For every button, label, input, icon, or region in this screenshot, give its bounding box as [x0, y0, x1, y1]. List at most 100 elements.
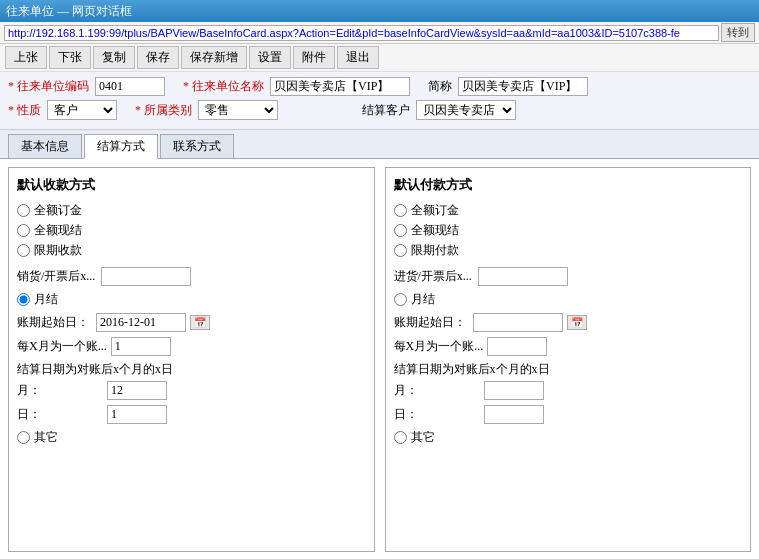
short-label: 简称 [428, 78, 452, 95]
left-radio-full-deposit-input[interactable] [17, 204, 30, 217]
right-day-row: 日： [394, 405, 743, 424]
right-date-input[interactable] [473, 313, 563, 332]
right-day-label: 日： [394, 406, 484, 423]
right-other-radio[interactable]: 其它 [394, 429, 743, 446]
property-select[interactable]: 客户 [47, 100, 117, 120]
left-calendar-button[interactable]: 📅 [190, 315, 210, 330]
right-calendar-button[interactable]: 📅 [567, 315, 587, 330]
right-radio-full-cash-input[interactable] [394, 224, 407, 237]
right-radio-limited[interactable]: 限期付款 [394, 242, 743, 259]
left-month-input[interactable] [107, 381, 167, 400]
category-select[interactable]: 零售 [198, 100, 278, 120]
tab-basic-info[interactable]: 基本信息 [8, 134, 82, 158]
left-date-label: 账期起始日： [17, 314, 92, 331]
attachment-button[interactable]: 附件 [293, 46, 335, 69]
left-panel: 默认收款方式 全额订金 全额现结 限期收款 销货/开票后x... 月结 [8, 167, 375, 552]
left-full-cash-label: 全额现结 [34, 222, 82, 239]
go-button[interactable]: 转到 [721, 23, 755, 42]
right-limited-label: 限期付款 [411, 242, 459, 259]
left-cycle-row: 每X月为一个账... [17, 337, 366, 356]
left-other-radio[interactable]: 其它 [17, 429, 366, 446]
right-panel: 默认付款方式 全额订金 全额现结 限期付款 进货/开票后x... 月结 [385, 167, 752, 552]
right-month-label: 月： [394, 382, 484, 399]
right-radio-full-cash[interactable]: 全额现结 [394, 222, 743, 239]
right-cycle-input[interactable] [487, 337, 547, 356]
settings-button[interactable]: 设置 [249, 46, 291, 69]
left-radio-full-cash[interactable]: 全额现结 [17, 222, 366, 239]
right-date-label: 账期起始日： [394, 314, 469, 331]
title-text: 往来单位 — 网页对话框 [6, 3, 132, 20]
left-limited-label: 限期收款 [34, 242, 82, 259]
left-panel-title: 默认收款方式 [17, 176, 366, 194]
left-radio-limited[interactable]: 限期收款 [17, 242, 366, 259]
code-label: * 往来单位编码 [8, 78, 89, 95]
next-button[interactable]: 下张 [49, 46, 91, 69]
left-date-input[interactable] [96, 313, 186, 332]
left-date-row: 账期起始日： 📅 [17, 313, 366, 332]
right-radio-full-deposit[interactable]: 全额订金 [394, 202, 743, 219]
save-new-button[interactable]: 保存新增 [181, 46, 247, 69]
left-monthly-radio[interactable]: 月结 [17, 291, 366, 308]
left-monthly-label: 月结 [34, 291, 58, 308]
right-other-label: 其它 [411, 429, 435, 446]
property-label: * 性质 [8, 102, 41, 119]
left-sales-row: 销货/开票后x... [17, 267, 366, 286]
right-purchase-label: 进货/开票后x... [394, 268, 474, 285]
form-area: * 往来单位编码 * 往来单位名称 简称 * 性质 客户 * 所属类别 零售 结… [0, 72, 759, 130]
settle-label: 结算客户 [362, 102, 410, 119]
right-monthly-label: 月结 [411, 291, 435, 308]
tab-settlement[interactable]: 结算方式 [84, 134, 158, 159]
code-input[interactable] [95, 77, 165, 96]
name-input[interactable] [270, 77, 410, 96]
right-purchase-row: 进货/开票后x... [394, 267, 743, 286]
right-radio-group: 全额订金 全额现结 限期付款 [394, 202, 743, 259]
left-sales-label: 销货/开票后x... [17, 268, 97, 285]
left-day-label: 日： [17, 406, 107, 423]
main-content: 默认收款方式 全额订金 全额现结 限期收款 销货/开票后x... 月结 [0, 159, 759, 559]
exit-button[interactable]: 退出 [337, 46, 379, 69]
short-input[interactable] [458, 77, 588, 96]
left-radio-full-deposit[interactable]: 全额订金 [17, 202, 366, 219]
tab-contact[interactable]: 联系方式 [160, 134, 234, 158]
right-purchase-input[interactable] [478, 267, 568, 286]
left-day-input[interactable] [107, 405, 167, 424]
right-cycle-label: 每X月为一个账... [394, 338, 484, 355]
left-other-radio-input[interactable] [17, 431, 30, 444]
left-month-label: 月： [17, 382, 107, 399]
right-full-deposit-label: 全额订金 [411, 202, 459, 219]
right-monthly-radio-input[interactable] [394, 293, 407, 306]
save-button[interactable]: 保存 [137, 46, 179, 69]
left-monthly-radio-input[interactable] [17, 293, 30, 306]
title-bar: 往来单位 — 网页对话框 [0, 0, 759, 22]
left-cycle-input[interactable] [111, 337, 171, 356]
right-cycle-row: 每X月为一个账... [394, 337, 743, 356]
left-day-row: 日： [17, 405, 366, 424]
right-radio-limited-input[interactable] [394, 244, 407, 257]
settle-select[interactable]: 贝因美专卖店【V [416, 100, 516, 120]
tabs: 基本信息 结算方式 联系方式 [0, 130, 759, 159]
copy-button[interactable]: 复制 [93, 46, 135, 69]
right-month-input[interactable] [484, 381, 544, 400]
right-month-row: 月： [394, 381, 743, 400]
right-radio-full-deposit-input[interactable] [394, 204, 407, 217]
right-settle-desc: 结算日期为对账后x个月的x日 [394, 361, 743, 378]
address-input[interactable] [4, 25, 719, 41]
left-radio-full-cash-input[interactable] [17, 224, 30, 237]
left-settle-desc: 结算日期为对账后x个月的x日 [17, 361, 366, 378]
category-label: * 所属类别 [135, 102, 192, 119]
left-month-row: 月： [17, 381, 366, 400]
left-radio-group: 全额订金 全额现结 限期收款 [17, 202, 366, 259]
left-sales-input[interactable] [101, 267, 191, 286]
right-date-row: 账期起始日： 📅 [394, 313, 743, 332]
right-monthly-radio[interactable]: 月结 [394, 291, 743, 308]
right-other-radio-input[interactable] [394, 431, 407, 444]
prev-button[interactable]: 上张 [5, 46, 47, 69]
right-day-input[interactable] [484, 405, 544, 424]
address-bar: 转到 [0, 22, 759, 44]
form-row-1: * 往来单位编码 * 往来单位名称 简称 [8, 77, 751, 96]
left-other-label: 其它 [34, 429, 58, 446]
left-radio-limited-input[interactable] [17, 244, 30, 257]
left-full-deposit-label: 全额订金 [34, 202, 82, 219]
left-cycle-label: 每X月为一个账... [17, 338, 107, 355]
right-panel-title: 默认付款方式 [394, 176, 743, 194]
